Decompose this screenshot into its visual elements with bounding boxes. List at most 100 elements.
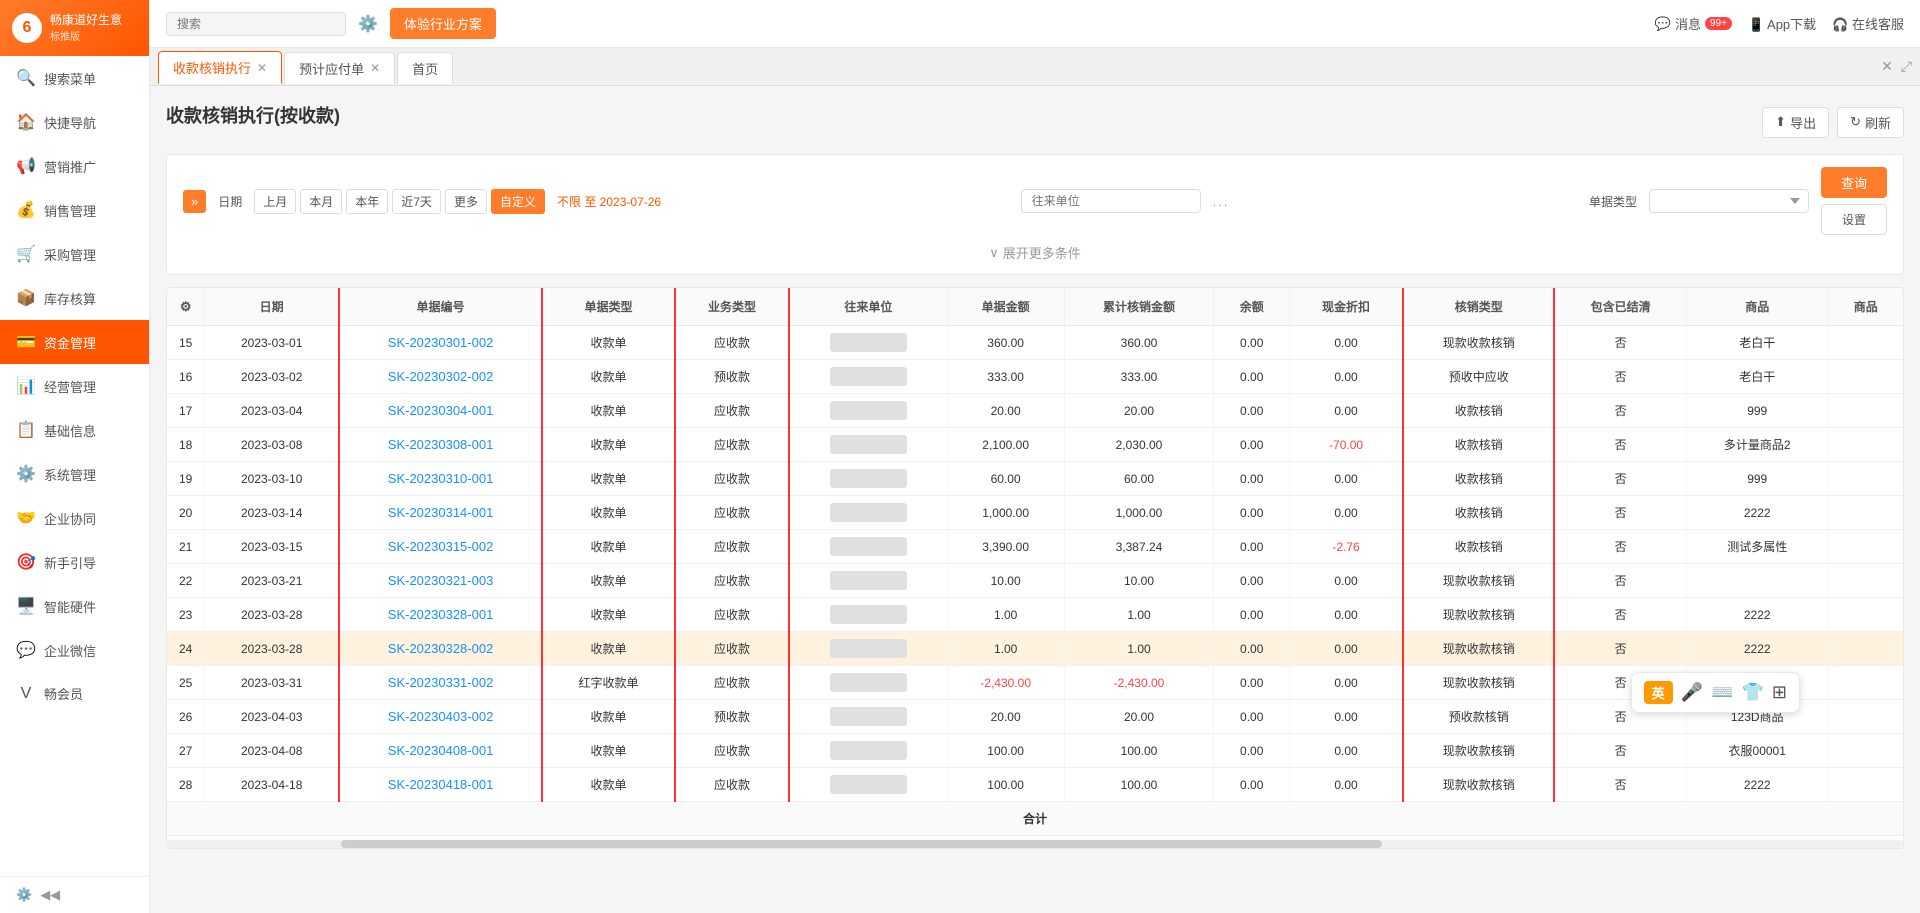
gear-col-icon[interactable]: ⚙ — [180, 299, 192, 314]
doc-num-link[interactable]: SK-20230408-001 — [388, 743, 494, 758]
tab-home[interactable]: 首页 — [397, 52, 453, 84]
cell-doc-num[interactable]: SK-20230331-002 — [339, 666, 542, 700]
expand-tab-icon[interactable]: ⤢ — [1901, 58, 1912, 75]
nav-label-marketing: 营销推广 — [44, 157, 96, 176]
refresh-button[interactable]: ↻ 刷新 — [1837, 107, 1904, 138]
collapse-icon[interactable]: ◀◀ — [40, 887, 60, 903]
sidebar-item-capital-mgmt[interactable]: 💳资金管理 — [0, 320, 149, 364]
float-mic-icon[interactable]: 🎤 — [1681, 682, 1703, 703]
sidebar-item-basic-info[interactable]: 📋基础信息 — [0, 408, 149, 452]
sidebar-item-sys-mgmt[interactable]: ⚙️系统管理 — [0, 452, 149, 496]
doc-num-link[interactable]: SK-20230321-003 — [388, 573, 494, 588]
tab-close-pre-apply[interactable]: ✕ — [370, 61, 380, 75]
cell-doc-num[interactable]: SK-20230302-002 — [339, 360, 542, 394]
sidebar-item-smart-hw[interactable]: 🖥️智能硬件 — [0, 584, 149, 628]
table-row[interactable]: 15 2023-03-01 SK-20230301-002 收款单 应收款 ██… — [167, 326, 1903, 360]
tab-close-collection-exec[interactable]: ✕ — [257, 61, 267, 75]
logo-name: 畅康道好生意 — [50, 13, 122, 29]
table-row[interactable]: 22 2023-03-21 SK-20230321-003 收款单 应收款 ██… — [167, 564, 1903, 598]
gear-icon[interactable]: ⚙️ — [358, 14, 378, 34]
table-row[interactable]: 19 2023-03-10 SK-20230310-001 收款单 应收款 ██… — [167, 462, 1903, 496]
cell-doc-num[interactable]: SK-20230408-001 — [339, 734, 542, 768]
sidebar-item-enterprise-wx[interactable]: 💬企业微信 — [0, 628, 149, 672]
cell-doc-num[interactable]: SK-20230315-002 — [339, 530, 542, 564]
doc-num-link[interactable]: SK-20230418-001 — [388, 777, 494, 792]
table-row[interactable]: 23 2023-03-28 SK-20230328-001 收款单 应收款 ██… — [167, 598, 1903, 632]
doc-num-link[interactable]: SK-20230328-002 — [388, 641, 494, 656]
filter-expand-icon[interactable]: » — [183, 190, 206, 213]
filter-settings-button[interactable]: 设置 — [1821, 204, 1887, 235]
doc-num-link[interactable]: SK-20230304-001 — [388, 403, 494, 418]
doc-num-link[interactable]: SK-20230331-002 — [388, 675, 494, 690]
float-tshirt-icon[interactable]: 👕 — [1741, 682, 1763, 703]
search-input[interactable] — [166, 12, 346, 36]
table-row[interactable]: 20 2023-03-14 SK-20230314-001 收款单 应收款 ██… — [167, 496, 1903, 530]
custom-date-btn[interactable]: 自定义 — [491, 189, 545, 214]
doc-num-link[interactable]: SK-20230328-001 — [388, 607, 494, 622]
cell-doc-num[interactable]: SK-20230328-001 — [339, 598, 542, 632]
doc-num-link[interactable]: SK-20230301-002 — [388, 335, 494, 350]
horizontal-scrollbar[interactable] — [167, 840, 1903, 848]
doc-num-link[interactable]: SK-20230315-002 — [388, 539, 494, 554]
table-row[interactable]: 18 2023-03-08 SK-20230308-001 收款单 应收款 ██… — [167, 428, 1903, 462]
table-row[interactable]: 24 2023-03-28 SK-20230328-002 收款单 应收款 ██… — [167, 632, 1903, 666]
cell-doc-num[interactable]: SK-20230310-001 — [339, 462, 542, 496]
app-download-button[interactable]: 📱 App下载 — [1748, 14, 1816, 33]
cell-doc-num[interactable]: SK-20230403-002 — [339, 700, 542, 734]
cell-doc-type: 收款单 — [542, 360, 675, 394]
sidebar-item-purchase-mgmt[interactable]: 🛒采购管理 — [0, 232, 149, 276]
sidebar-item-search-menu[interactable]: 🔍搜索菜单 — [0, 56, 149, 100]
last-7days-btn[interactable]: 近7天 — [392, 189, 441, 214]
table-row[interactable]: 27 2023-04-08 SK-20230408-001 收款单 应收款 ██… — [167, 734, 1903, 768]
sidebar-item-member[interactable]: V畅会员 — [0, 672, 149, 715]
doc-num-link[interactable]: SK-20230302-002 — [388, 369, 494, 384]
table-row[interactable]: 21 2023-03-15 SK-20230315-002 收款单 应收款 ██… — [167, 530, 1903, 564]
cell-doc-num[interactable]: SK-20230321-003 — [339, 564, 542, 598]
more-dates-btn[interactable]: 更多 — [445, 189, 487, 214]
close-tab-icon[interactable]: ✕ — [1881, 58, 1893, 75]
doc-num-link[interactable]: SK-20230403-002 — [388, 709, 494, 724]
sidebar-item-quick-nav[interactable]: 🏠快捷导航 — [0, 100, 149, 144]
sidebar-item-ops-mgmt[interactable]: 📊经营管理 — [0, 364, 149, 408]
message-icon: 💬 — [1655, 16, 1671, 32]
this-year-btn[interactable]: 本年 — [346, 189, 388, 214]
doc-num-link[interactable]: SK-20230310-001 — [388, 471, 494, 486]
counterpart-input[interactable] — [1021, 189, 1201, 213]
sidebar-item-sales-mgmt[interactable]: 💰销售管理 — [0, 188, 149, 232]
cell-doc-num[interactable]: SK-20230308-001 — [339, 428, 542, 462]
cell-total-writeoff: 360.00 — [1064, 326, 1214, 360]
float-grid-icon[interactable]: ⊞ — [1772, 682, 1787, 703]
settings-icon[interactable]: ⚙️ — [16, 887, 32, 903]
col-settings-header[interactable]: ⚙ — [167, 288, 205, 326]
cell-doc-num[interactable]: SK-20230328-002 — [339, 632, 542, 666]
sidebar-bottom[interactable]: ⚙️ ◀◀ — [0, 876, 149, 913]
scrollbar-thumb[interactable] — [341, 840, 1383, 848]
query-button[interactable]: 查询 — [1821, 167, 1887, 198]
doc-num-link[interactable]: SK-20230314-001 — [388, 505, 494, 520]
table-row[interactable]: 28 2023-04-18 SK-20230418-001 收款单 应收款 ██… — [167, 768, 1903, 802]
solution-button[interactable]: 体验行业方案 — [390, 8, 496, 39]
cell-doc-num[interactable]: SK-20230304-001 — [339, 394, 542, 428]
message-button[interactable]: 💬 消息 99+ — [1655, 14, 1732, 33]
sidebar-item-enterprise[interactable]: 🤝企业协同 — [0, 496, 149, 540]
float-keyboard-icon[interactable]: ⌨️ — [1711, 682, 1733, 703]
export-button[interactable]: ⬆ 导出 — [1762, 107, 1829, 138]
sidebar-item-inventory[interactable]: 📦库存核算 — [0, 276, 149, 320]
online-service-button[interactable]: 🎧 在线客服 — [1832, 14, 1904, 33]
table-row[interactable]: 16 2023-03-02 SK-20230302-002 收款单 预收款 ██… — [167, 360, 1903, 394]
last-month-btn[interactable]: 上月 — [254, 189, 296, 214]
expand-more-filters[interactable]: ∨ 展开更多条件 — [183, 243, 1887, 262]
sidebar-item-marketing[interactable]: 📢营销推广 — [0, 144, 149, 188]
table-row[interactable]: 17 2023-03-04 SK-20230304-001 收款单 应收款 ██… — [167, 394, 1903, 428]
this-month-btn[interactable]: 本月 — [300, 189, 342, 214]
tab-collection-exec[interactable]: 收款核销执行✕ — [158, 51, 282, 84]
bill-type-select[interactable] — [1649, 189, 1809, 213]
cell-doc-num[interactable]: SK-20230418-001 — [339, 768, 542, 802]
cell-counterpart: ████ — [789, 666, 947, 700]
cell-doc-num[interactable]: SK-20230301-002 — [339, 326, 542, 360]
doc-num-link[interactable]: SK-20230308-001 — [388, 437, 494, 452]
cell-total-writeoff: 20.00 — [1064, 700, 1214, 734]
tab-pre-apply[interactable]: 预计应付单✕ — [284, 52, 395, 84]
sidebar-item-newcomer[interactable]: 🎯新手引导 — [0, 540, 149, 584]
cell-doc-num[interactable]: SK-20230314-001 — [339, 496, 542, 530]
